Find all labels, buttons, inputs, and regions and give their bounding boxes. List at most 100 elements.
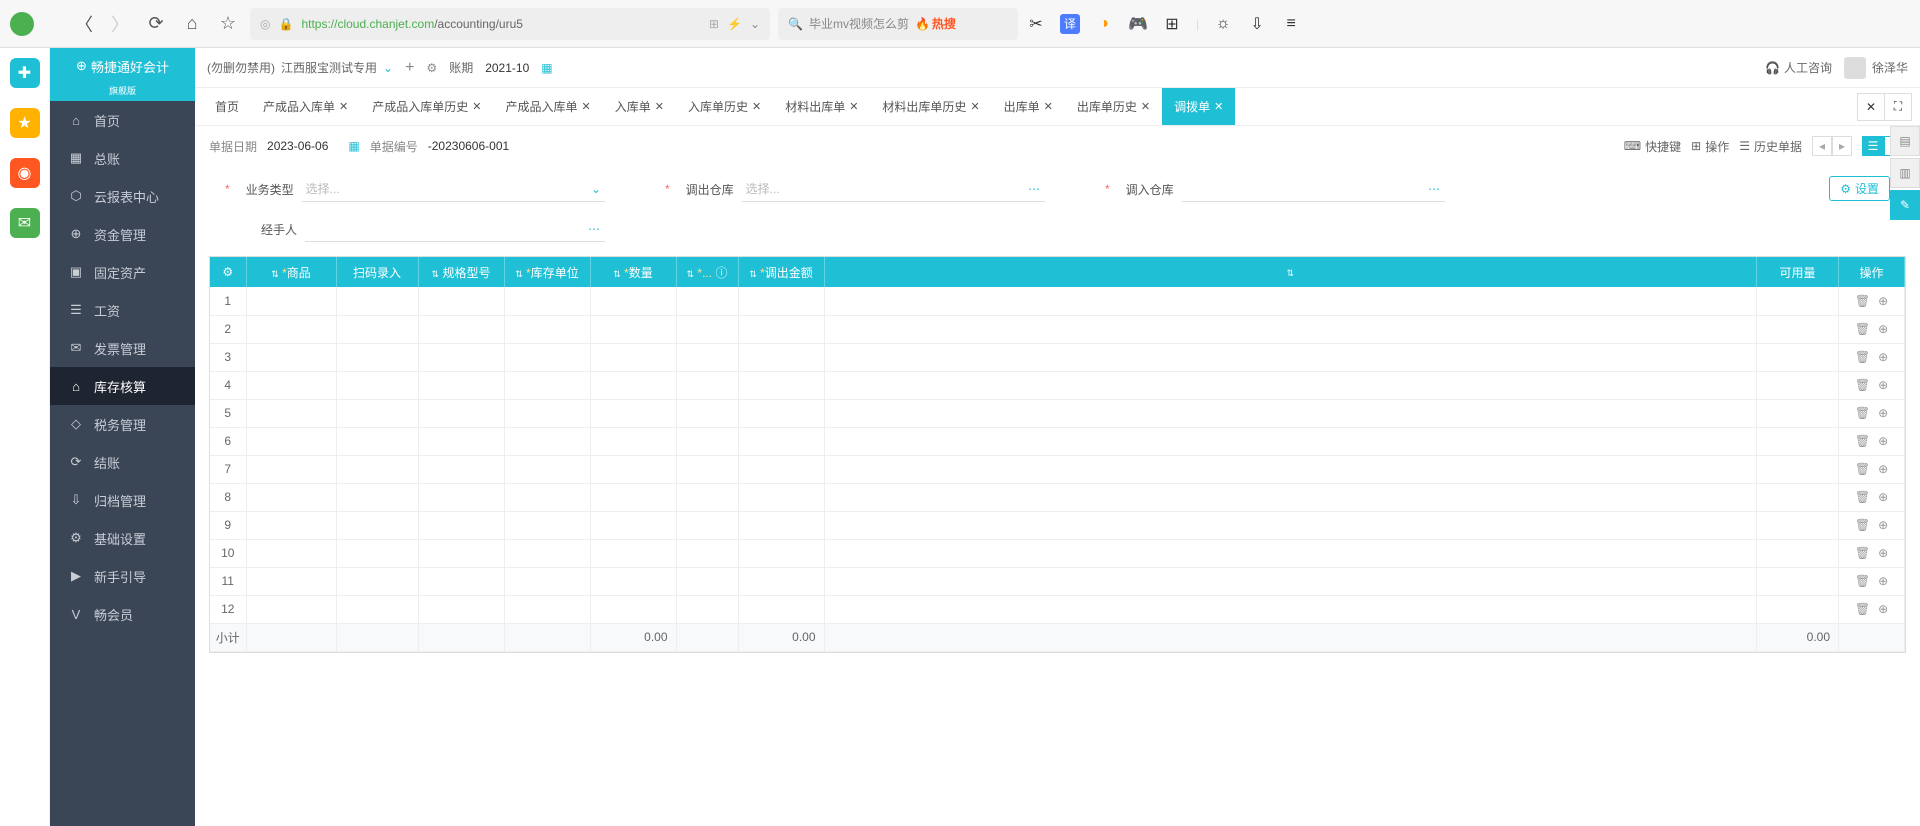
- table-row[interactable]: 9🗑⊕: [210, 511, 1905, 539]
- delete-icon[interactable]: 🗑: [1855, 350, 1870, 364]
- header-amount[interactable]: ⇅ *调出金额: [738, 257, 824, 287]
- tab-close-icon[interactable]: ✕: [1044, 100, 1053, 113]
- cell-blank[interactable]: [824, 315, 1757, 343]
- cell-blank[interactable]: [824, 287, 1757, 315]
- qr-icon[interactable]: ⊞: [709, 17, 719, 31]
- cell-amount[interactable]: [738, 427, 824, 455]
- cell-blank[interactable]: [824, 427, 1757, 455]
- sidebar-item[interactable]: ✉发票管理: [50, 329, 195, 367]
- period-value[interactable]: 2021-10: [485, 61, 529, 75]
- cell-product[interactable]: [246, 539, 336, 567]
- cell-amount[interactable]: [738, 539, 824, 567]
- cell-price[interactable]: [676, 595, 738, 623]
- copy-icon[interactable]: ⊕: [1878, 378, 1888, 392]
- delete-icon[interactable]: 🗑: [1855, 322, 1870, 336]
- cell-available[interactable]: [1757, 511, 1839, 539]
- home-button[interactable]: ⌂: [178, 10, 206, 38]
- tab[interactable]: 材料出库单历史✕: [870, 88, 991, 125]
- scissors-icon[interactable]: ✂: [1026, 14, 1046, 34]
- cell-spec[interactable]: [418, 427, 504, 455]
- cell-qty[interactable]: [590, 343, 676, 371]
- cell-blank[interactable]: [824, 399, 1757, 427]
- delete-icon[interactable]: 🗑: [1855, 406, 1870, 420]
- copy-icon[interactable]: ⊕: [1878, 574, 1888, 588]
- table-row[interactable]: 2🗑⊕: [210, 315, 1905, 343]
- bookmark-button[interactable]: ☆: [214, 10, 242, 38]
- cell-product[interactable]: [246, 371, 336, 399]
- cell-scan[interactable]: [336, 539, 418, 567]
- tab[interactable]: 入库单✕: [603, 88, 676, 125]
- gear-icon[interactable]: ⚙: [426, 61, 437, 75]
- cell-unit[interactable]: [504, 539, 590, 567]
- header-available[interactable]: 可用量: [1757, 257, 1839, 287]
- cell-scan[interactable]: [336, 483, 418, 511]
- copy-icon[interactable]: ⊕: [1878, 350, 1888, 364]
- rail-chart-icon[interactable]: ▥: [1890, 158, 1920, 188]
- sidebar-item[interactable]: ☰工资: [50, 291, 195, 329]
- tab[interactable]: 产成品入库单✕: [251, 88, 360, 125]
- cell-scan[interactable]: [336, 371, 418, 399]
- cell-scan[interactable]: [336, 287, 418, 315]
- cell-amount[interactable]: [738, 343, 824, 371]
- cell-qty[interactable]: [590, 511, 676, 539]
- reload-button[interactable]: ⟳: [142, 10, 170, 38]
- table-row[interactable]: 3🗑⊕: [210, 343, 1905, 371]
- copy-icon[interactable]: ⊕: [1878, 546, 1888, 560]
- cell-spec[interactable]: [418, 287, 504, 315]
- cell-spec[interactable]: [418, 511, 504, 539]
- cell-available[interactable]: [1757, 399, 1839, 427]
- doc-date-value[interactable]: 2023-06-06: [267, 139, 328, 153]
- sidebar-item[interactable]: ⬡云报表中心: [50, 177, 195, 215]
- grid-icon[interactable]: ⊞: [1162, 14, 1182, 34]
- tab-close-icon[interactable]: ✕: [582, 100, 591, 113]
- cell-price[interactable]: [676, 483, 738, 511]
- handler-input[interactable]: ⋯: [305, 216, 605, 242]
- cell-amount[interactable]: [738, 399, 824, 427]
- cell-amount[interactable]: [738, 371, 824, 399]
- download-icon[interactable]: ⇩: [1247, 14, 1267, 34]
- help-link[interactable]: 🎧 人工咨询: [1765, 59, 1832, 76]
- cell-amount[interactable]: [738, 595, 824, 623]
- sidebar-item[interactable]: ⟳结账: [50, 443, 195, 481]
- tab-close-icon[interactable]: ✕: [1214, 100, 1223, 113]
- tab[interactable]: 首页: [203, 88, 251, 125]
- cell-product[interactable]: [246, 455, 336, 483]
- cell-scan[interactable]: [336, 427, 418, 455]
- cell-qty[interactable]: [590, 567, 676, 595]
- rail-edit-icon[interactable]: ✎: [1890, 190, 1920, 220]
- cell-product[interactable]: [246, 427, 336, 455]
- cell-spec[interactable]: [418, 343, 504, 371]
- cell-product[interactable]: [246, 595, 336, 623]
- cell-unit[interactable]: [504, 287, 590, 315]
- tab[interactable]: 出库单✕: [992, 88, 1065, 125]
- sidebar-item[interactable]: ⊕资金管理: [50, 215, 195, 253]
- cell-blank[interactable]: [824, 483, 1757, 511]
- cell-amount[interactable]: [738, 455, 824, 483]
- biz-type-input[interactable]: 选择... ⌄: [302, 176, 605, 202]
- cell-available[interactable]: [1757, 287, 1839, 315]
- rail-app-icon[interactable]: ✚: [10, 58, 40, 88]
- cell-spec[interactable]: [418, 371, 504, 399]
- delete-icon[interactable]: 🗑: [1855, 378, 1870, 392]
- header-scan[interactable]: 扫码录入: [336, 257, 418, 287]
- out-wh-input[interactable]: 选择... ⋯: [742, 176, 1045, 202]
- tab-close-icon[interactable]: ✕: [970, 100, 979, 113]
- copy-icon[interactable]: ⊕: [1878, 322, 1888, 336]
- delete-icon[interactable]: 🗑: [1855, 462, 1870, 476]
- rail-weibo-icon[interactable]: ◉: [10, 158, 40, 188]
- tab-close-icon[interactable]: ✕: [849, 100, 858, 113]
- cell-price[interactable]: [676, 539, 738, 567]
- tab[interactable]: 产成品入库单历史✕: [360, 88, 493, 125]
- cell-product[interactable]: [246, 287, 336, 315]
- shortcut-link[interactable]: ⌨快捷键: [1624, 138, 1681, 155]
- header-blank[interactable]: ⇅: [824, 257, 1757, 287]
- back-button[interactable]: 〈: [70, 10, 98, 38]
- cell-price[interactable]: [676, 511, 738, 539]
- translate-icon[interactable]: 译: [1060, 14, 1080, 34]
- cell-price[interactable]: [676, 315, 738, 343]
- tab-expand[interactable]: ⛶: [1884, 93, 1912, 121]
- sidebar-item[interactable]: ▶新手引导: [50, 557, 195, 595]
- tab[interactable]: 出库单历史✕: [1065, 88, 1162, 125]
- cell-spec[interactable]: [418, 567, 504, 595]
- cell-available[interactable]: [1757, 315, 1839, 343]
